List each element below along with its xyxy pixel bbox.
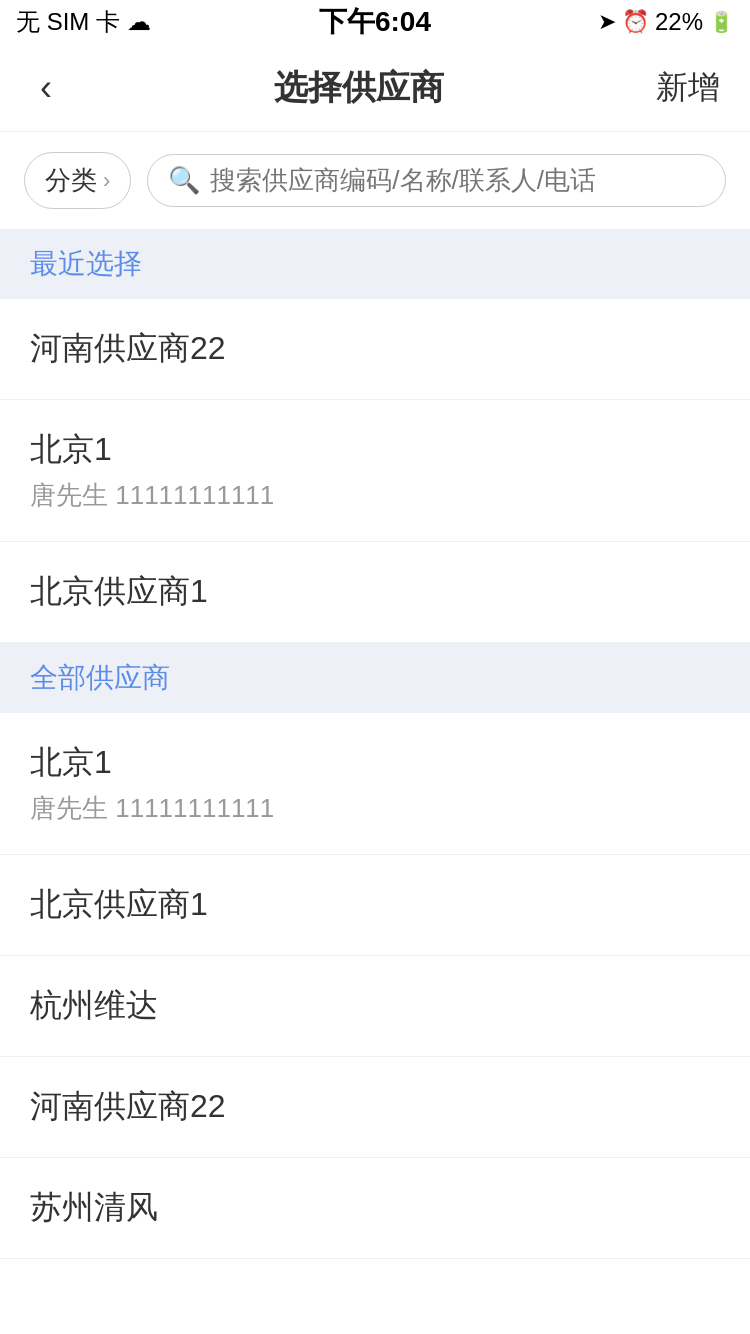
list-item[interactable]: 北京供应商1 xyxy=(0,542,750,643)
add-button[interactable]: 新增 xyxy=(656,66,720,110)
status-bar: 无 SIM 卡 ☁ 下午6:04 ➤ ⏰ 22% 🔋 xyxy=(0,0,750,44)
item-name: 北京供应商1 xyxy=(30,570,720,614)
search-box[interactable]: 🔍 xyxy=(147,154,726,207)
battery-icon: 🔋 xyxy=(709,10,734,34)
battery-text: 22% xyxy=(655,8,703,36)
item-name: 北京1 xyxy=(30,741,720,785)
status-time: 下午6:04 xyxy=(319,3,431,41)
all-section-label: 全部供应商 xyxy=(30,662,170,693)
item-name: 杭州维达 xyxy=(30,984,720,1028)
list-item[interactable]: 河南供应商22 xyxy=(0,299,750,400)
list-item[interactable]: 杭州维达 xyxy=(0,956,750,1057)
alarm-icon: ⏰ xyxy=(622,9,649,35)
all-items-list: 北京1 唐先生 11111111111 北京供应商1 杭州维达 河南供应商22 … xyxy=(0,713,750,1259)
location-icon: ➤ xyxy=(598,9,616,35)
status-left: 无 SIM 卡 ☁ xyxy=(16,6,151,38)
category-label: 分类 xyxy=(45,163,97,198)
item-name: 苏州清风 xyxy=(30,1186,720,1230)
list-item[interactable]: 北京供应商1 xyxy=(0,855,750,956)
item-name: 北京1 xyxy=(30,428,720,472)
item-name: 河南供应商22 xyxy=(30,1085,720,1129)
item-sub: 唐先生 11111111111 xyxy=(30,791,720,826)
page-title: 选择供应商 xyxy=(274,65,444,111)
category-filter-button[interactable]: 分类 › xyxy=(24,152,131,209)
chevron-right-icon: › xyxy=(103,168,110,194)
list-item[interactable]: 北京1 唐先生 11111111111 xyxy=(0,400,750,542)
recent-section-header: 最近选择 xyxy=(0,229,750,299)
back-button[interactable]: ‹ xyxy=(30,57,62,119)
list-item[interactable]: 河南供应商22 xyxy=(0,1057,750,1158)
item-name: 河南供应商22 xyxy=(30,327,720,371)
search-icon: 🔍 xyxy=(168,165,200,196)
search-input[interactable] xyxy=(210,165,705,196)
item-sub: 唐先生 11111111111 xyxy=(30,478,720,513)
item-name: 北京供应商1 xyxy=(30,883,720,927)
recent-section-label: 最近选择 xyxy=(30,248,142,279)
recent-items-list: 河南供应商22 北京1 唐先生 11111111111 北京供应商1 xyxy=(0,299,750,643)
no-sim-text: 无 SIM 卡 ☁ xyxy=(16,6,151,38)
list-item[interactable]: 苏州清风 xyxy=(0,1158,750,1259)
navigation-bar: ‹ 选择供应商 新增 xyxy=(0,44,750,132)
status-right: ➤ ⏰ 22% 🔋 xyxy=(598,8,734,36)
filter-bar: 分类 › 🔍 xyxy=(0,132,750,229)
all-section-header: 全部供应商 xyxy=(0,643,750,713)
list-item[interactable]: 北京1 唐先生 11111111111 xyxy=(0,713,750,855)
